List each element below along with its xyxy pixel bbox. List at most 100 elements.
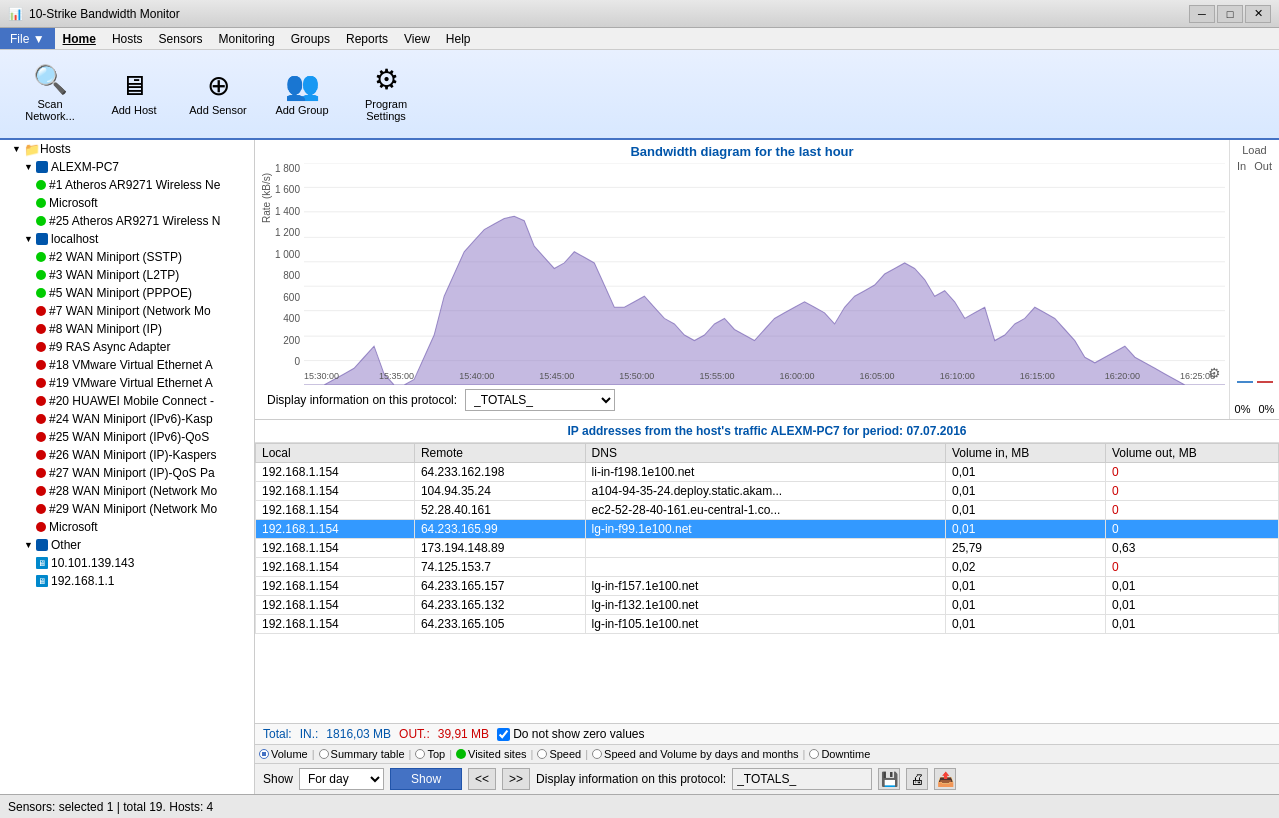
- menu-file[interactable]: File ▼: [0, 28, 55, 49]
- export-button[interactable]: 📤: [934, 768, 956, 790]
- sensor-network7[interactable]: #7 WAN Miniport (Network Mo: [0, 302, 254, 320]
- tab-sv-radio: [592, 749, 602, 759]
- menu-home[interactable]: Home: [55, 28, 104, 49]
- save-report-button[interactable]: 💾: [878, 768, 900, 790]
- cell-2: lg-in-f105.1e100.net: [585, 615, 945, 634]
- alexm-host[interactable]: ▼ ALEXM-PC7: [0, 158, 254, 176]
- cell-4: 0: [1105, 463, 1278, 482]
- show-button[interactable]: Show: [390, 768, 462, 790]
- period-select[interactable]: For day For week For month: [299, 768, 384, 790]
- ip-table: Local Remote DNS Volume in, MB Volume ou…: [255, 443, 1279, 634]
- cell-0: 192.168.1.154: [256, 596, 415, 615]
- menu-help[interactable]: Help: [438, 28, 479, 49]
- sensor-ip8[interactable]: #8 WAN Miniport (IP): [0, 320, 254, 338]
- add-group-button[interactable]: 👥 Add Group: [262, 54, 342, 134]
- sensor-status-icon: [36, 216, 46, 226]
- tab-downtime[interactable]: Downtime: [809, 748, 870, 760]
- cell-4: 0: [1105, 558, 1278, 577]
- protocol-dropdown[interactable]: _TOTALS_: [465, 389, 615, 411]
- other-host-2[interactable]: 🖥 192.168.1.1: [0, 572, 254, 590]
- table-row[interactable]: 192.168.1.15452.28.40.161ec2-52-28-40-16…: [256, 501, 1279, 520]
- sensor-sstp[interactable]: #2 WAN Miniport (SSTP): [0, 248, 254, 266]
- sensor-atheros1[interactable]: #1 Atheros AR9271 Wireless Ne: [0, 176, 254, 194]
- tab-downtime-label: Downtime: [821, 748, 870, 760]
- cell-3: 0,01: [945, 596, 1105, 615]
- tab-speed[interactable]: Speed: [537, 748, 581, 760]
- next-button[interactable]: >>: [502, 768, 530, 790]
- table-row[interactable]: 192.168.1.15464.233.162.198li-in-f198.1e…: [256, 463, 1279, 482]
- sensor-label: #18 VMware Virtual Ethernet A: [49, 358, 213, 372]
- minimize-button[interactable]: ─: [1189, 5, 1215, 23]
- menu-sensors[interactable]: Sensors: [151, 28, 211, 49]
- add-host-icon: 🖥: [120, 72, 148, 100]
- cell-4: 0: [1105, 520, 1278, 539]
- right-content: Bandwidth diagram for the last hour Rate…: [255, 140, 1279, 794]
- tab-summary-table[interactable]: Summary table: [319, 748, 405, 760]
- sensor-vmware18[interactable]: #18 VMware Virtual Ethernet A: [0, 356, 254, 374]
- table-row[interactable]: 192.168.1.15464.233.165.99lg-in-f99.1e10…: [256, 520, 1279, 539]
- cell-3: 0,01: [945, 577, 1105, 596]
- sensor-atheros25[interactable]: #25 Atheros AR9271 Wireless N: [0, 212, 254, 230]
- sensor-pppoe[interactable]: #5 WAN Miniport (PPPOE): [0, 284, 254, 302]
- chart-area: Bandwidth diagram for the last hour Rate…: [255, 140, 1279, 420]
- sensor-status-icon: [36, 432, 46, 442]
- sensor-ipv625[interactable]: #25 WAN Miniport (IPv6)-QoS: [0, 428, 254, 446]
- tab-top-label: Top: [427, 748, 445, 760]
- tab-visited-label: Visited sites: [468, 748, 527, 760]
- tab-volume[interactable]: Volume: [259, 748, 308, 760]
- tab-visited-sites[interactable]: Visited sites: [456, 748, 527, 760]
- chart-settings-button[interactable]: ⚙: [1208, 365, 1221, 381]
- table-row[interactable]: 192.168.1.15474.125.153.70,020: [256, 558, 1279, 577]
- menu-hosts[interactable]: Hosts: [104, 28, 151, 49]
- sensor-network29[interactable]: #29 WAN Miniport (Network Mo: [0, 500, 254, 518]
- sensor-ip27[interactable]: #27 WAN Miniport (IP)-QoS Pa: [0, 464, 254, 482]
- bandwidth-chart-svg: 15:30:00 15:35:00 15:40:00 15:45:00 15:5…: [304, 163, 1225, 385]
- prev-button[interactable]: <<: [468, 768, 496, 790]
- add-host-label: Add Host: [111, 104, 156, 116]
- add-group-icon: 👥: [285, 72, 320, 100]
- sensor-ip26[interactable]: #26 WAN Miniport (IP)-Kaspers: [0, 446, 254, 464]
- cell-2: a104-94-35-24.deploy.static.akam...: [585, 482, 945, 501]
- table-row[interactable]: 192.168.1.15464.233.165.105lg-in-f105.1e…: [256, 615, 1279, 634]
- other-group[interactable]: ▼ Other: [0, 536, 254, 554]
- add-sensor-label: Add Sensor: [189, 104, 246, 116]
- hosts-group[interactable]: ▼ 📁 Hosts: [0, 140, 254, 158]
- table-row[interactable]: 192.168.1.154173.194.148.8925,790,63: [256, 539, 1279, 558]
- program-settings-button[interactable]: ⚙ Program Settings: [346, 54, 426, 134]
- sensor-label: #2 WAN Miniport (SSTP): [49, 250, 182, 264]
- sensor-microsoft-local[interactable]: Microsoft: [0, 518, 254, 536]
- sensor-huawei20[interactable]: #20 HUAWEI Mobile Connect -: [0, 392, 254, 410]
- zero-values-checkbox[interactable]: [497, 728, 510, 741]
- maximize-button[interactable]: □: [1217, 5, 1243, 23]
- scan-network-button[interactable]: 🔍 Scan Network...: [10, 54, 90, 134]
- menu-view[interactable]: View: [396, 28, 438, 49]
- sensor-microsoft1[interactable]: Microsoft: [0, 194, 254, 212]
- tab-speed-volume[interactable]: Speed and Volume by days and months: [592, 748, 798, 760]
- close-button[interactable]: ✕: [1245, 5, 1271, 23]
- localhost-host[interactable]: ▼ localhost: [0, 230, 254, 248]
- add-host-button[interactable]: 🖥 Add Host: [94, 54, 174, 134]
- tab-top[interactable]: Top: [415, 748, 445, 760]
- sensor-l2tp[interactable]: #3 WAN Miniport (L2TP): [0, 266, 254, 284]
- sensor-status-icon: [36, 180, 46, 190]
- add-sensor-button[interactable]: ⊕ Add Sensor: [178, 54, 258, 134]
- protocol-input[interactable]: [732, 768, 872, 790]
- sensor-ras9[interactable]: #9 RAS Async Adapter: [0, 338, 254, 356]
- print-button[interactable]: 🖨: [906, 768, 928, 790]
- zero-values-checkbox-label[interactable]: Do not show zero values: [497, 727, 644, 741]
- chart-right-panel: Load In Out 0% 0%: [1229, 140, 1279, 419]
- menu-monitoring[interactable]: Monitoring: [211, 28, 283, 49]
- table-row[interactable]: 192.168.1.15464.233.165.132lg-in-f132.1e…: [256, 596, 1279, 615]
- sensor-ipv624[interactable]: #24 WAN Miniport (IPv6)-Kasp: [0, 410, 254, 428]
- menu-reports[interactable]: Reports: [338, 28, 396, 49]
- table-row[interactable]: 192.168.1.15464.233.165.157lg-in-f157.1e…: [256, 577, 1279, 596]
- sensor-vmware19[interactable]: #19 VMware Virtual Ethernet A: [0, 374, 254, 392]
- hosts-folder-icon: 📁: [24, 142, 40, 157]
- data-table-container[interactable]: Local Remote DNS Volume in, MB Volume ou…: [255, 443, 1279, 723]
- other-host-1[interactable]: 🖥 10.101.139.143: [0, 554, 254, 572]
- table-row[interactable]: 192.168.1.154104.94.35.24a104-94-35-24.d…: [256, 482, 1279, 501]
- y-label: 0: [294, 356, 300, 367]
- sensor-network28[interactable]: #28 WAN Miniport (Network Mo: [0, 482, 254, 500]
- add-sensor-icon: ⊕: [207, 72, 230, 100]
- menu-groups[interactable]: Groups: [283, 28, 338, 49]
